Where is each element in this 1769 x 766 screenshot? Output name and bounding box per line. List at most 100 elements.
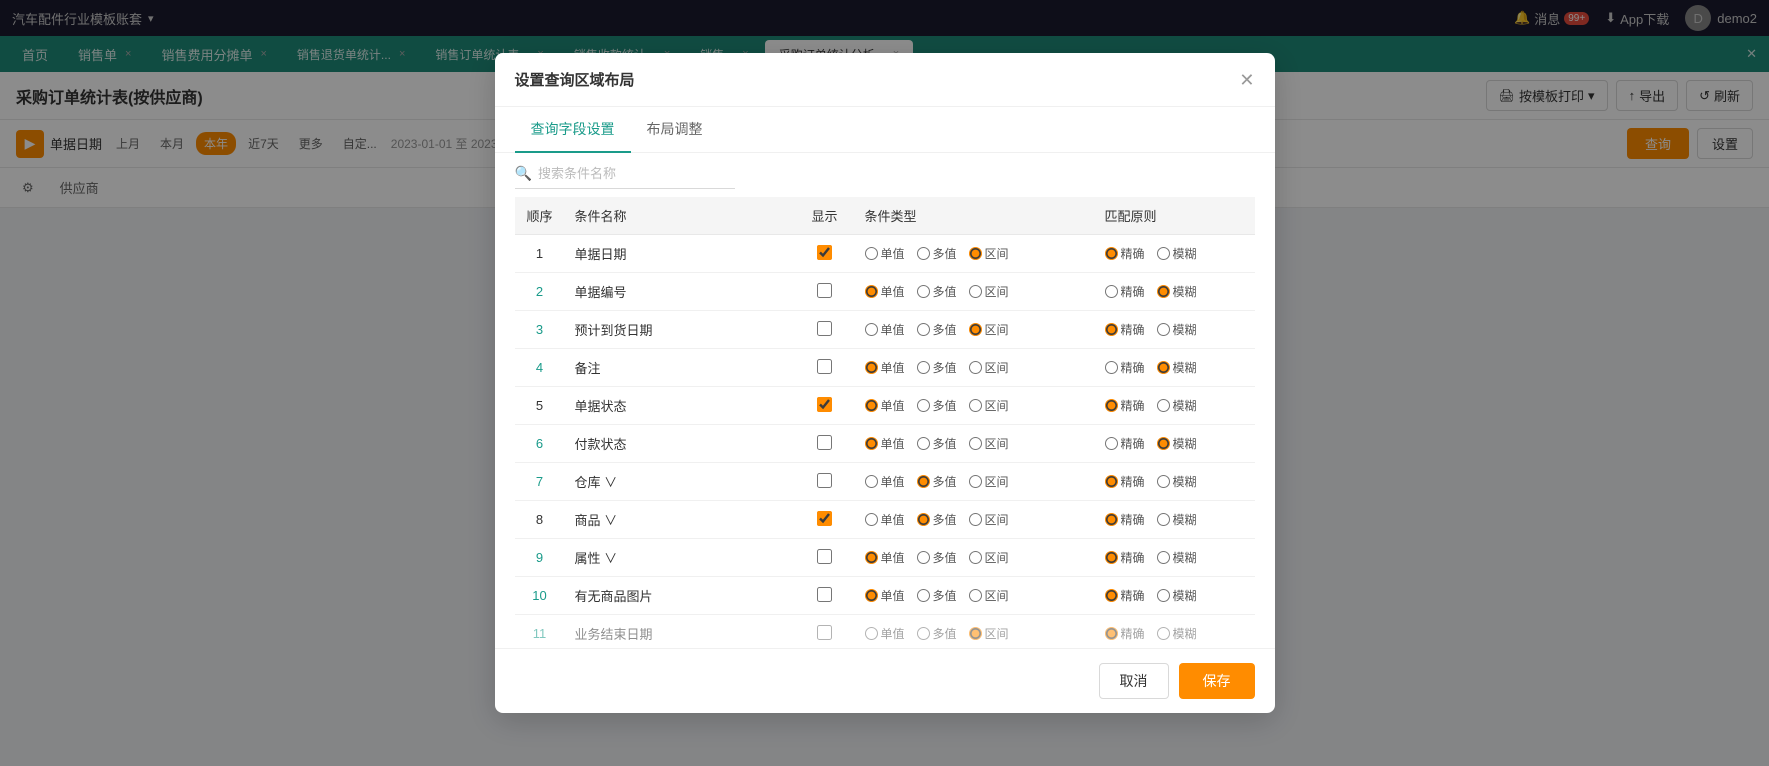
match-radio[interactable]: [1157, 551, 1170, 564]
type-radio-item[interactable]: 单值: [865, 587, 905, 604]
match-radio-item[interactable]: 模糊: [1157, 473, 1197, 490]
match-radio-item[interactable]: 精确: [1105, 359, 1145, 376]
match-radio-item[interactable]: 精确: [1105, 283, 1145, 300]
type-radio-item[interactable]: 单值: [865, 435, 905, 452]
match-radio[interactable]: [1105, 551, 1118, 564]
type-radio[interactable]: [917, 247, 930, 260]
match-radio[interactable]: [1157, 475, 1170, 488]
type-radio[interactable]: [969, 285, 982, 298]
type-radio-item[interactable]: 多值: [917, 245, 957, 262]
match-radio-item[interactable]: 模糊: [1157, 245, 1197, 262]
type-radio-item[interactable]: 区间: [969, 321, 1009, 338]
type-radio[interactable]: [865, 627, 878, 640]
match-radio-item[interactable]: 精确: [1105, 397, 1145, 414]
match-radio-item[interactable]: 模糊: [1157, 397, 1197, 414]
type-radio-item[interactable]: 单值: [865, 473, 905, 490]
match-radio[interactable]: [1157, 437, 1170, 450]
match-radio[interactable]: [1157, 399, 1170, 412]
type-radio-item[interactable]: 区间: [969, 397, 1009, 414]
display-checkbox[interactable]: [817, 283, 832, 298]
type-radio[interactable]: [917, 589, 930, 602]
type-radio-item[interactable]: 区间: [969, 473, 1009, 490]
display-checkbox[interactable]: [817, 435, 832, 450]
match-radio[interactable]: [1157, 247, 1170, 260]
type-radio[interactable]: [865, 551, 878, 564]
match-radio[interactable]: [1157, 285, 1170, 298]
match-radio[interactable]: [1157, 627, 1170, 640]
type-radio-item[interactable]: 多值: [917, 359, 957, 376]
type-radio-item[interactable]: 区间: [969, 283, 1009, 300]
match-radio[interactable]: [1105, 247, 1118, 260]
type-radio-item[interactable]: 区间: [969, 625, 1009, 640]
type-radio[interactable]: [917, 513, 930, 526]
type-radio[interactable]: [969, 589, 982, 602]
match-radio-item[interactable]: 精确: [1105, 321, 1145, 338]
type-radio[interactable]: [865, 323, 878, 336]
display-checkbox[interactable]: [817, 473, 832, 488]
match-radio[interactable]: [1105, 513, 1118, 526]
match-radio[interactable]: [1105, 323, 1118, 336]
type-radio-item[interactable]: 单值: [865, 625, 905, 640]
type-radio[interactable]: [969, 399, 982, 412]
type-radio-item[interactable]: 区间: [969, 435, 1009, 452]
type-radio-item[interactable]: 区间: [969, 549, 1009, 566]
match-radio-item[interactable]: 模糊: [1157, 549, 1197, 566]
match-radio-item[interactable]: 精确: [1105, 549, 1145, 566]
match-radio[interactable]: [1105, 589, 1118, 602]
match-radio[interactable]: [1105, 437, 1118, 450]
type-radio-item[interactable]: 单值: [865, 511, 905, 528]
match-radio-item[interactable]: 模糊: [1157, 587, 1197, 604]
type-radio-item[interactable]: 多值: [917, 511, 957, 528]
display-checkbox[interactable]: [817, 511, 832, 526]
type-radio[interactable]: [917, 627, 930, 640]
display-checkbox[interactable]: [817, 245, 832, 260]
type-radio-item[interactable]: 多值: [917, 625, 957, 640]
display-checkbox[interactable]: [817, 625, 832, 640]
type-radio[interactable]: [865, 361, 878, 374]
type-radio[interactable]: [969, 627, 982, 640]
type-radio-item[interactable]: 多值: [917, 283, 957, 300]
match-radio[interactable]: [1157, 361, 1170, 374]
match-radio-item[interactable]: 模糊: [1157, 283, 1197, 300]
match-radio[interactable]: [1157, 589, 1170, 602]
display-checkbox[interactable]: [817, 397, 832, 412]
match-radio-item[interactable]: 精确: [1105, 625, 1145, 640]
type-radio[interactable]: [969, 323, 982, 336]
match-radio[interactable]: [1105, 361, 1118, 374]
match-radio[interactable]: [1105, 475, 1118, 488]
display-checkbox[interactable]: [817, 549, 832, 564]
type-radio-item[interactable]: 多值: [917, 397, 957, 414]
type-radio[interactable]: [969, 513, 982, 526]
type-radio[interactable]: [917, 437, 930, 450]
type-radio-item[interactable]: 多值: [917, 435, 957, 452]
type-radio[interactable]: [969, 361, 982, 374]
type-radio[interactable]: [865, 285, 878, 298]
type-radio-item[interactable]: 单值: [865, 283, 905, 300]
type-radio[interactable]: [969, 437, 982, 450]
match-radio-item[interactable]: 精确: [1105, 587, 1145, 604]
cancel-btn[interactable]: 取消: [1099, 663, 1169, 699]
type-radio-item[interactable]: 单值: [865, 321, 905, 338]
type-radio-item[interactable]: 多值: [917, 321, 957, 338]
match-radio-item[interactable]: 精确: [1105, 473, 1145, 490]
type-radio[interactable]: [917, 551, 930, 564]
type-radio[interactable]: [917, 399, 930, 412]
type-radio-item[interactable]: 单值: [865, 397, 905, 414]
match-radio[interactable]: [1105, 285, 1118, 298]
type-radio-item[interactable]: 区间: [969, 587, 1009, 604]
type-radio[interactable]: [917, 475, 930, 488]
type-radio-item[interactable]: 单值: [865, 245, 905, 262]
type-radio[interactable]: [917, 285, 930, 298]
dialog-tab-query-fields[interactable]: 查询字段设置: [515, 107, 631, 153]
match-radio-item[interactable]: 精确: [1105, 435, 1145, 452]
type-radio[interactable]: [865, 247, 878, 260]
dialog-tab-layout[interactable]: 布局调整: [631, 107, 719, 153]
type-radio[interactable]: [865, 589, 878, 602]
match-radio-item[interactable]: 模糊: [1157, 435, 1197, 452]
search-input[interactable]: [538, 166, 735, 181]
type-radio[interactable]: [917, 323, 930, 336]
type-radio[interactable]: [969, 551, 982, 564]
match-radio[interactable]: [1157, 513, 1170, 526]
match-radio[interactable]: [1105, 399, 1118, 412]
match-radio-item[interactable]: 模糊: [1157, 511, 1197, 528]
